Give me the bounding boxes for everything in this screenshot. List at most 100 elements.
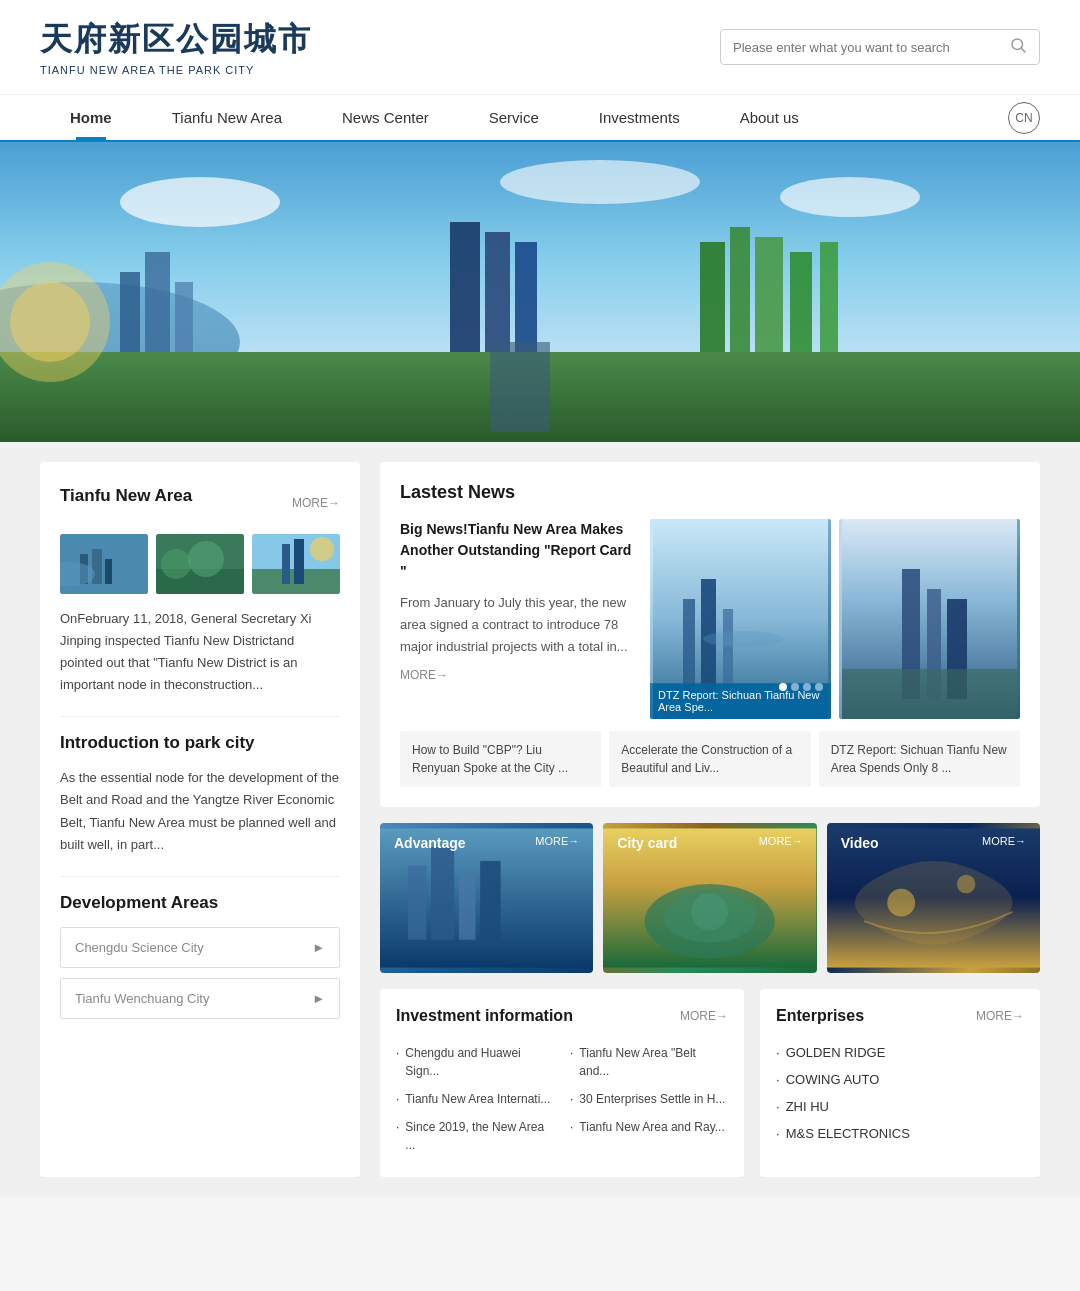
dev-areas-title: Development Areas bbox=[60, 893, 340, 913]
investment-more-button[interactable]: MORE→ bbox=[680, 1009, 728, 1023]
logo-zh: 天府新区公园城市 bbox=[40, 18, 312, 62]
dot-2 bbox=[791, 683, 799, 691]
svg-rect-11 bbox=[700, 242, 725, 352]
navigation: Home Tianfu New Area News Center Service… bbox=[0, 95, 1080, 142]
news-more-button[interactable]: MORE→ bbox=[400, 668, 634, 682]
logo-en: TIANFU NEW AREA THE PARK CITY bbox=[40, 64, 312, 76]
nav-item-tianfu[interactable]: Tianfu New Area bbox=[142, 95, 312, 140]
enterprise-item-3[interactable]: ZHI HU bbox=[776, 1093, 1024, 1120]
svg-point-40 bbox=[703, 631, 783, 647]
media-card-advantage[interactable]: Advantage MORE→ bbox=[380, 823, 593, 973]
nav-item-service[interactable]: Service bbox=[459, 95, 569, 140]
news-section: Lastest News Big News!Tianfu New Area Ma… bbox=[380, 462, 1040, 807]
invest-item-3[interactable]: Since 2019, the New Area ... bbox=[396, 1113, 554, 1159]
invest-item-4[interactable]: Tianfu New Area "Belt and... bbox=[570, 1039, 728, 1085]
media-card-citycard[interactable]: City card MORE→ bbox=[603, 823, 816, 973]
media-card-citycard-label: City card bbox=[617, 835, 677, 851]
svg-rect-13 bbox=[755, 237, 783, 352]
dot-4 bbox=[815, 683, 823, 691]
svg-rect-15 bbox=[820, 242, 838, 352]
chevron-right-icon: ► bbox=[312, 940, 325, 955]
svg-rect-33 bbox=[282, 544, 290, 584]
search-box[interactable] bbox=[720, 29, 1040, 65]
dev-area-science-city[interactable]: Chengdu Science City ► bbox=[60, 927, 340, 968]
svg-rect-25 bbox=[105, 559, 112, 584]
svg-rect-14 bbox=[790, 252, 812, 352]
svg-point-21 bbox=[780, 177, 920, 217]
svg-point-58 bbox=[957, 875, 976, 894]
header: 天府新区公园城市 TIANFU NEW AREA THE PARK CITY bbox=[0, 0, 1080, 95]
news-bottom-card-2[interactable]: Accelerate the Construction of a Beautif… bbox=[609, 731, 810, 787]
svg-rect-5 bbox=[120, 272, 140, 352]
search-input[interactable] bbox=[733, 40, 1009, 55]
svg-point-35 bbox=[310, 537, 334, 561]
svg-rect-24 bbox=[92, 549, 102, 584]
media-card-video-more[interactable]: MORE→ bbox=[982, 835, 1026, 847]
investment-col-1: Chengdu and Huawei Sign... Tianfu New Ar… bbox=[396, 1039, 554, 1159]
dev-area-label-1: Chengdu Science City bbox=[75, 940, 204, 955]
investment-list: Chengdu and Huawei Sign... Tianfu New Ar… bbox=[396, 1039, 728, 1159]
tianfu-title: Tianfu New Area bbox=[60, 486, 192, 506]
svg-rect-8 bbox=[450, 222, 480, 352]
investment-header: Investment information MORE→ bbox=[396, 1007, 728, 1025]
svg-rect-34 bbox=[294, 539, 304, 584]
nav-item-about[interactable]: About us bbox=[710, 95, 829, 140]
logo: 天府新区公园城市 TIANFU NEW AREA THE PARK CITY bbox=[40, 18, 312, 76]
svg-rect-10 bbox=[515, 242, 537, 352]
svg-point-55 bbox=[691, 893, 728, 930]
news-images-group: DTZ Report: Sichuan Tianfu New Area Spe.… bbox=[650, 519, 1020, 719]
thumbnail-row bbox=[60, 534, 340, 594]
svg-point-0 bbox=[1012, 39, 1023, 50]
tianfu-more-button[interactable]: MORE→ bbox=[292, 496, 340, 510]
cn-language-button[interactable]: CN bbox=[1008, 102, 1040, 134]
svg-rect-48 bbox=[408, 866, 427, 940]
svg-point-20 bbox=[500, 160, 700, 204]
svg-rect-7 bbox=[175, 282, 193, 352]
nav-item-news[interactable]: News Center bbox=[312, 95, 459, 140]
invest-item-1[interactable]: Chengdu and Huawei Sign... bbox=[396, 1039, 554, 1085]
invest-item-2[interactable]: Tianfu New Area Internati... bbox=[396, 1085, 554, 1113]
thumb-2 bbox=[156, 534, 244, 594]
nav-item-investments[interactable]: Investments bbox=[569, 95, 710, 140]
news-image-main: DTZ Report: Sichuan Tianfu New Area Spe.… bbox=[650, 519, 831, 719]
invest-item-6[interactable]: Tianfu New Area and Ray... bbox=[570, 1113, 728, 1141]
media-card-advantage-more[interactable]: MORE→ bbox=[535, 835, 579, 847]
media-card-citycard-more[interactable]: MORE→ bbox=[759, 835, 803, 847]
news-image-dots bbox=[779, 683, 823, 691]
enterprises-section: Enterprises MORE→ GOLDEN RIDGE COWING AU… bbox=[760, 989, 1040, 1177]
divider-2 bbox=[60, 876, 340, 877]
chevron-right-icon-2: ► bbox=[312, 991, 325, 1006]
svg-point-17 bbox=[10, 282, 90, 362]
park-title: Introduction to park city bbox=[60, 733, 340, 753]
svg-rect-49 bbox=[431, 847, 454, 940]
svg-rect-51 bbox=[480, 861, 500, 940]
dev-area-label-2: Tianfu Wenchuang City bbox=[75, 991, 209, 1006]
tianfu-section-header: Tianfu New Area MORE→ bbox=[60, 486, 340, 520]
enterprises-more-button[interactable]: MORE→ bbox=[976, 1009, 1024, 1023]
investment-title: Investment information bbox=[396, 1007, 573, 1025]
investment-col-2: Tianfu New Area "Belt and... 30 Enterpri… bbox=[570, 1039, 728, 1159]
media-card-video-label: Video bbox=[841, 835, 879, 851]
news-image-secondary bbox=[839, 519, 1020, 719]
svg-line-1 bbox=[1021, 48, 1025, 52]
hero-banner bbox=[0, 142, 1080, 442]
svg-point-30 bbox=[188, 541, 224, 577]
invest-item-5[interactable]: 30 Enterprises Settle in H... bbox=[570, 1085, 728, 1113]
nav-item-home[interactable]: Home bbox=[40, 95, 142, 140]
thumb-3 bbox=[252, 534, 340, 594]
news-bottom-card-3[interactable]: DTZ Report: Sichuan Tianfu New Area Spen… bbox=[819, 731, 1020, 787]
left-panel: Tianfu New Area MORE→ OnFebruary 11, 201… bbox=[40, 462, 360, 1177]
thumb-1 bbox=[60, 534, 148, 594]
investment-section: Investment information MORE→ Chengdu and… bbox=[380, 989, 744, 1177]
right-panel: Lastest News Big News!Tianfu New Area Ma… bbox=[380, 462, 1040, 1177]
enterprise-item-4[interactable]: M&S ELECTRONICS bbox=[776, 1120, 1024, 1147]
enterprise-item-2[interactable]: COWING AUTO bbox=[776, 1066, 1024, 1093]
hero-image bbox=[0, 142, 1080, 442]
dev-area-wenchuang[interactable]: Tianfu Wenchuang City ► bbox=[60, 978, 340, 1019]
media-card-video[interactable]: Video MORE→ bbox=[827, 823, 1040, 973]
news-title: Lastest News bbox=[400, 482, 1020, 503]
svg-rect-50 bbox=[459, 875, 476, 940]
news-bottom-card-1[interactable]: How to Build "CBP"? Liu Renyuan Spoke at… bbox=[400, 731, 601, 787]
enterprise-item-1[interactable]: GOLDEN RIDGE bbox=[776, 1039, 1024, 1066]
news-bottom-cards: How to Build "CBP"? Liu Renyuan Spoke at… bbox=[400, 731, 1020, 787]
